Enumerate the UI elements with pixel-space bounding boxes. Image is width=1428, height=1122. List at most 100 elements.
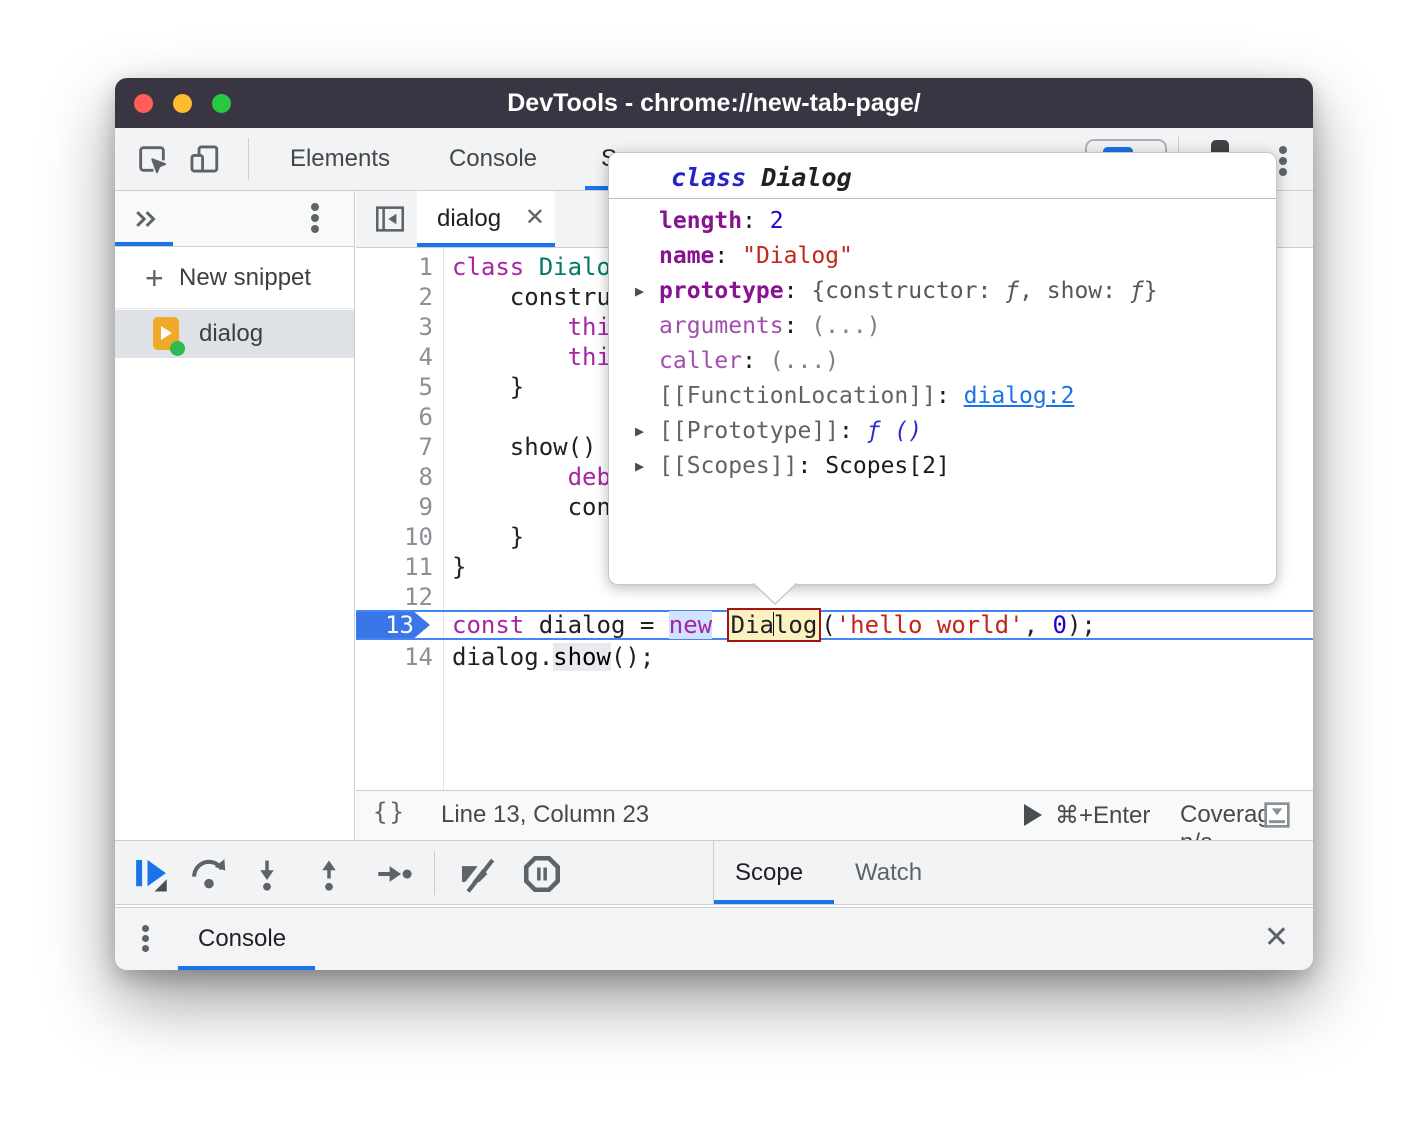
tab-watch[interactable]: Watch: [855, 841, 922, 904]
token: :: [936, 383, 964, 409]
token: log: [774, 608, 821, 642]
token: :: [714, 243, 742, 269]
popup-header: class Dialog: [609, 153, 1276, 198]
code-line[interactable]: 14 dialog.show();: [356, 642, 1313, 672]
token: }: [452, 523, 524, 551]
run-snippet-icon[interactable]: [1024, 804, 1042, 826]
property-row[interactable]: ▶[[Scopes]]: Scopes[2]: [609, 449, 1276, 484]
token: , show:: [1019, 278, 1130, 304]
pretty-print-icon[interactable]: {}: [373, 798, 406, 826]
code-text: }: [452, 552, 466, 582]
line-number[interactable]: 12: [356, 582, 443, 612]
line-number[interactable]: 7: [356, 432, 443, 462]
property-row[interactable]: [[FunctionLocation]]: dialog:2: [609, 379, 1276, 414]
token: {constructor:: [811, 278, 1005, 304]
property-row[interactable]: length: 2: [609, 204, 1276, 239]
popup-pointer-arrow: [751, 583, 799, 606]
token: [[Prototype]]: [659, 418, 839, 444]
token: class: [671, 163, 746, 192]
line-number[interactable]: 4: [356, 342, 443, 372]
snippet-item-dialog[interactable]: dialog: [115, 310, 354, 358]
resume-script-icon[interactable]: [130, 853, 172, 895]
token: [452, 313, 568, 341]
devtools-window: DevTools - chrome://new-tab-page/ Elemen…: [115, 78, 1313, 970]
execution-code-line[interactable]: 13const dialog = new Dialog('hello world…: [356, 610, 1313, 640]
step-icon[interactable]: [373, 853, 415, 895]
navigator-menu-kebab-icon[interactable]: [311, 203, 319, 235]
property-row[interactable]: ▶prototype: {constructor: ƒ, show: ƒ}: [609, 274, 1276, 309]
line-number[interactable]: 11: [356, 552, 443, 582]
token: :: [784, 278, 812, 304]
object-preview-popup: class Dialog length: 2name: "Dialog"▶pro…: [608, 152, 1277, 585]
token: dialog =: [524, 611, 669, 639]
token: caller: [659, 348, 742, 374]
code-text: dialog.show();: [452, 642, 654, 672]
line-number[interactable]: 2: [356, 282, 443, 312]
token: [712, 611, 726, 639]
token: 'hello world': [836, 611, 1024, 639]
token: [[Scopes]]: [659, 453, 797, 479]
hide-navigator-icon[interactable]: [373, 202, 407, 236]
pause-on-exceptions-icon[interactable]: [521, 853, 563, 895]
debugger-toolbar: Scope Watch: [115, 840, 1313, 905]
line-number[interactable]: 14: [356, 642, 443, 672]
token: (...): [811, 313, 880, 339]
expand-triangle-icon[interactable]: ▶: [635, 274, 659, 309]
line-number[interactable]: 1: [356, 252, 443, 282]
token: name: [659, 243, 714, 269]
close-drawer-icon[interactable]: ✕: [1264, 908, 1289, 970]
snippets-tab-indicator: [115, 242, 173, 246]
token: Scopes[2]: [825, 453, 950, 479]
token: [524, 253, 538, 281]
scope-tab-indicator: [714, 900, 834, 904]
code-text: this: [452, 312, 625, 342]
step-out-icon[interactable]: [311, 853, 347, 895]
token: :: [742, 348, 770, 374]
expand-triangle-icon[interactable]: ▶: [635, 449, 659, 484]
token: const: [452, 611, 524, 639]
token: length: [659, 208, 742, 234]
property-row[interactable]: caller: (...): [609, 344, 1276, 379]
editor-tab-indicator: [417, 243, 555, 247]
property-row[interactable]: ▶[[Prototype]]: ƒ (): [609, 414, 1276, 449]
line-number[interactable]: 9: [356, 492, 443, 522]
token: }: [452, 373, 524, 401]
drawer-tab-console[interactable]: Console: [198, 908, 286, 970]
new-snippet-button[interactable]: + New snippet: [115, 248, 354, 309]
main-menu-kebab-icon[interactable]: [1279, 146, 1287, 178]
code-text: }: [452, 372, 524, 402]
line-number[interactable]: 5: [356, 372, 443, 402]
token: ƒ: [1130, 278, 1144, 304]
expand-triangle-icon[interactable]: ▶: [635, 414, 659, 449]
token: (: [821, 611, 835, 639]
editor-tab-dialog[interactable]: dialog ✕: [417, 191, 555, 247]
code-text: con: [452, 492, 611, 522]
snippet-run-icon: [161, 326, 172, 340]
more-tabs-icon[interactable]: [131, 204, 161, 234]
token: [452, 343, 568, 371]
line-number[interactable]: 8: [356, 462, 443, 492]
tab-scope[interactable]: Scope: [735, 841, 803, 904]
property-row[interactable]: arguments: (...): [609, 309, 1276, 344]
step-over-icon[interactable]: [188, 853, 230, 895]
line-number[interactable]: 10: [356, 522, 443, 552]
snippet-active-dot: [170, 341, 185, 356]
show-drawer-icon[interactable]: [1261, 799, 1293, 831]
line-number[interactable]: 3: [356, 312, 443, 342]
property-row[interactable]: name: "Dialog": [609, 239, 1276, 274]
device-toolbar-icon[interactable]: [187, 142, 221, 176]
drawer-menu-kebab-icon[interactable]: [142, 925, 149, 953]
plus-icon: +: [145, 260, 164, 297]
token: :: [839, 418, 867, 444]
deactivate-breakpoints-icon[interactable]: [455, 853, 497, 895]
inspect-element-icon[interactable]: [135, 142, 169, 176]
tab-console[interactable]: Console: [435, 128, 551, 190]
line-number[interactable]: 6: [356, 402, 443, 432]
execution-line-number[interactable]: 13: [356, 612, 430, 638]
close-tab-icon[interactable]: ✕: [525, 191, 545, 247]
step-into-icon[interactable]: [249, 853, 285, 895]
code-line[interactable]: 12: [356, 582, 1313, 612]
token: constru: [452, 283, 611, 311]
tab-elements[interactable]: Elements: [275, 128, 405, 190]
token: ƒ (): [867, 418, 922, 444]
